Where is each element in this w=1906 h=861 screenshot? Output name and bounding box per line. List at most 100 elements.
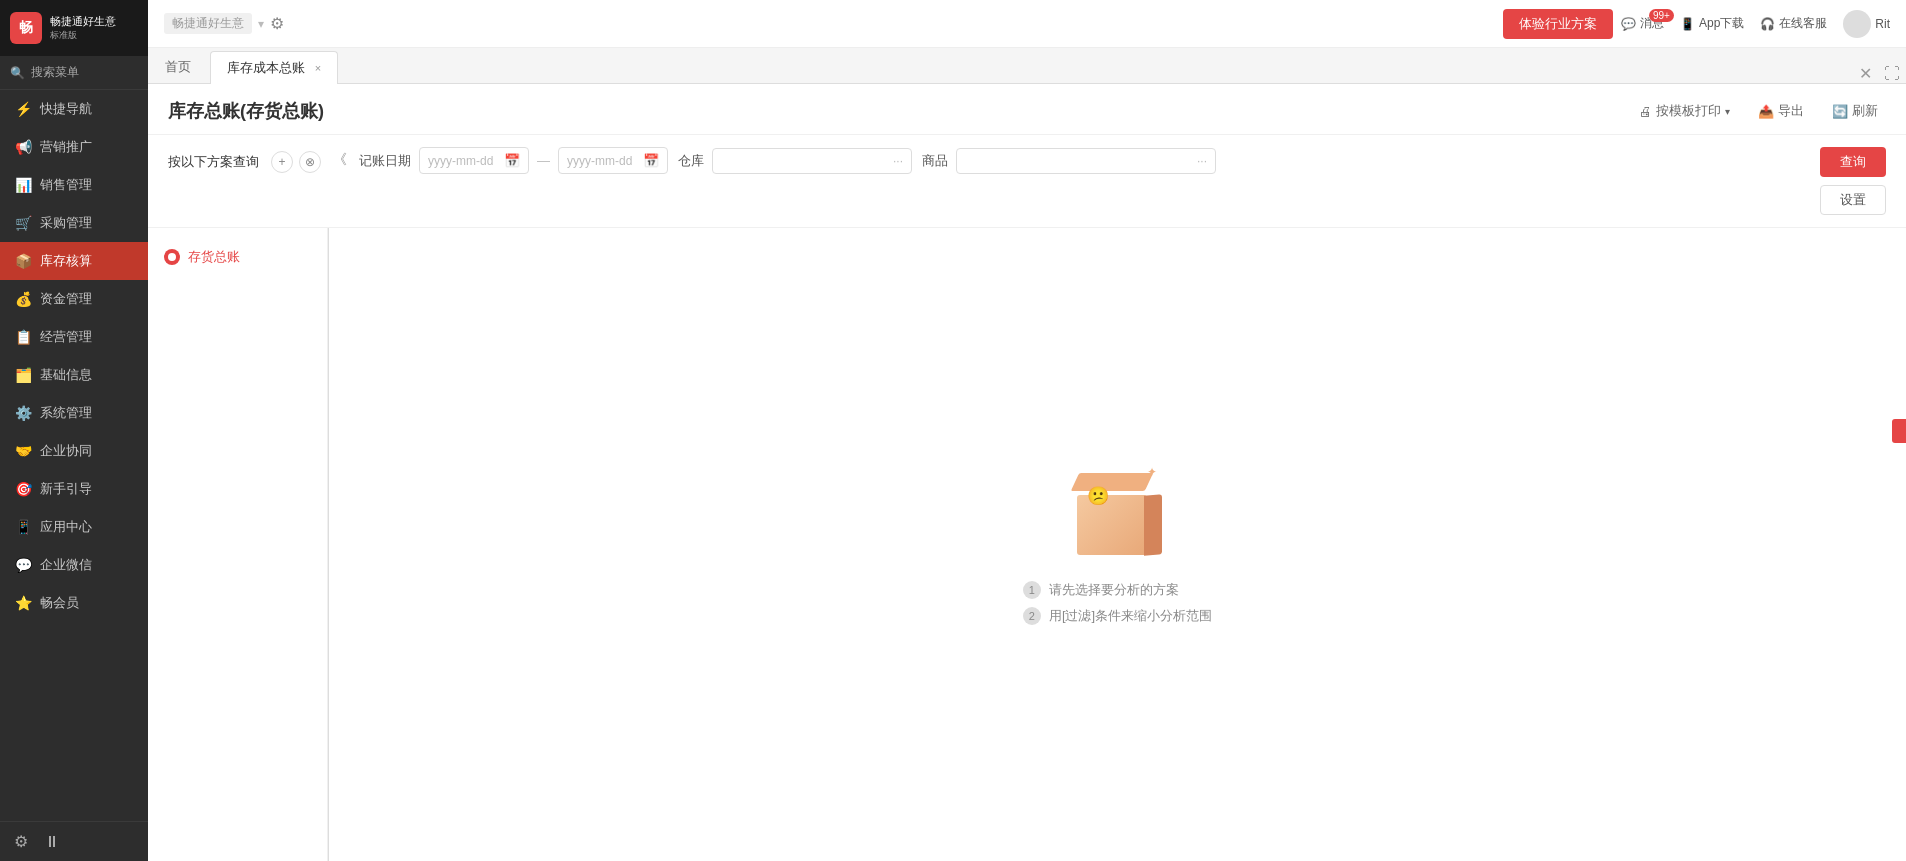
- sidebar-item-inventory[interactable]: 📦 库存核算: [0, 242, 148, 280]
- appstore-icon: 📱: [14, 518, 32, 536]
- basic-label: 基础信息: [40, 366, 92, 384]
- basic-icon: 🗂️: [14, 366, 32, 384]
- sidebar-footer: ⚙ ⏸: [0, 821, 148, 861]
- member-icon: ⭐: [14, 594, 32, 612]
- empty-illustration: ✦ 😕: [1057, 465, 1177, 565]
- empty-tips: 1 请先选择要分析的方案 2 用[过滤]条件来缩小分析范围: [1023, 581, 1212, 625]
- print-btn[interactable]: 🖨 按模板打印 ▾: [1631, 98, 1738, 124]
- sidebar-item-sales[interactable]: 📊 销售管理: [0, 166, 148, 204]
- marketing-icon: 📢: [14, 138, 32, 156]
- query-btn[interactable]: 查询: [1820, 147, 1886, 177]
- audio-icon[interactable]: ⏸: [44, 833, 60, 851]
- filter-actions: + ⊗: [271, 147, 321, 173]
- user-avatar: [1843, 10, 1871, 38]
- app-download-btn[interactable]: 📱 App下载: [1680, 15, 1744, 32]
- sidebar-item-appstore[interactable]: 📱 应用中心: [0, 508, 148, 546]
- sidebar-item-enterprise[interactable]: 🤝 企业协同: [0, 432, 148, 470]
- tip-item-1: 1 请先选择要分析的方案: [1023, 581, 1212, 599]
- date-start-placeholder: yyyy-mm-dd: [428, 154, 493, 168]
- goods-more-icon[interactable]: ···: [1197, 154, 1207, 168]
- calendar-end-icon[interactable]: 📅: [643, 153, 659, 168]
- industry-btn[interactable]: 体验行业方案: [1503, 9, 1613, 39]
- sidebar-item-system[interactable]: ⚙️ 系统管理: [0, 394, 148, 432]
- scheme-item-inventory-ledger[interactable]: 存货总账: [148, 240, 327, 274]
- user-name: Rit: [1875, 17, 1890, 31]
- remove-filter-btn[interactable]: ⊗: [299, 151, 321, 173]
- sales-icon: 📊: [14, 176, 32, 194]
- breadcrumb-area: 畅捷通好生意 ▾ ⚙: [164, 13, 1495, 34]
- date-end-input[interactable]: yyyy-mm-dd 📅: [558, 147, 668, 174]
- enterprise-label: 企业协同: [40, 442, 92, 460]
- warehouse-selector[interactable]: ···: [712, 148, 912, 174]
- maximize-icon[interactable]: ⛶: [1878, 65, 1906, 83]
- sidebar-item-member[interactable]: ⭐ 畅会员: [0, 584, 148, 622]
- purchase-icon: 🛒: [14, 214, 32, 232]
- date-separator: —: [537, 153, 550, 168]
- tip-text-2: 用[过滤]条件来缩小分析范围: [1049, 607, 1212, 625]
- operations-icon: 📋: [14, 328, 32, 346]
- sales-label: 销售管理: [40, 176, 92, 194]
- refresh-icon: 🔄: [1832, 104, 1848, 119]
- newbie-label: 新手引导: [40, 480, 92, 498]
- tabbar: 首页 库存成本总账 × ✕ ⛶: [148, 48, 1906, 84]
- export-icon: 📤: [1758, 104, 1774, 119]
- messages-btn[interactable]: 💬 消息 99+: [1621, 15, 1664, 32]
- system-label: 系统管理: [40, 404, 92, 422]
- sidebar-item-wechat[interactable]: 💬 企业微信: [0, 546, 148, 584]
- close-panel-btn[interactable]: ✕: [1853, 64, 1878, 83]
- tip-text-1: 请先选择要分析的方案: [1049, 581, 1179, 599]
- date-start-input[interactable]: yyyy-mm-dd 📅: [419, 147, 529, 174]
- warehouse-filter-row: 仓库 ···: [678, 148, 912, 174]
- refresh-label: 刷新: [1852, 102, 1878, 120]
- right-panel-toggle[interactable]: [1892, 419, 1906, 443]
- scheme-sidebar: 存货总账: [148, 228, 328, 861]
- sidebar-item-purchase[interactable]: 🛒 采购管理: [0, 204, 148, 242]
- print-icon: 🖨: [1639, 104, 1652, 119]
- goods-filter-row: 商品 ···: [922, 148, 1216, 174]
- purchase-label: 采购管理: [40, 214, 92, 232]
- headset-icon: 🎧: [1760, 17, 1775, 31]
- tab-close-icon[interactable]: ×: [315, 62, 321, 74]
- sidebar-item-operations[interactable]: 📋 经营管理: [0, 318, 148, 356]
- app-logo: 畅 畅捷通好生意 标准版: [0, 0, 148, 56]
- online-service-btn[interactable]: 🎧 在线客服: [1760, 15, 1827, 32]
- tab-home-label: 首页: [165, 59, 191, 74]
- sidebar-item-finance[interactable]: 💰 资金管理: [0, 280, 148, 318]
- filter-label: 按以下方案查询: [168, 147, 259, 171]
- date-field-label: 记账日期: [359, 152, 411, 170]
- refresh-btn[interactable]: 🔄 刷新: [1824, 98, 1886, 124]
- wechat-icon: 💬: [14, 556, 32, 574]
- online-service-label: 在线客服: [1779, 15, 1827, 32]
- settings-icon[interactable]: ⚙: [270, 14, 284, 33]
- settings-footer-icon[interactable]: ⚙: [14, 832, 28, 851]
- sidebar-item-newbie[interactable]: 🎯 新手引导: [0, 470, 148, 508]
- sidebar-item-search[interactable]: 🔍 搜索菜单: [0, 56, 148, 90]
- marketing-label: 营销推广: [40, 138, 92, 156]
- wechat-label: 企业微信: [40, 556, 92, 574]
- user-profile[interactable]: Rit: [1843, 10, 1890, 38]
- collapse-filter-icon[interactable]: 《: [333, 147, 347, 169]
- sidebar-item-marketing[interactable]: 📢 营销推广: [0, 128, 148, 166]
- export-btn[interactable]: 📤 导出: [1750, 98, 1812, 124]
- goods-selector[interactable]: ···: [956, 148, 1216, 174]
- sidebar-item-shortcut[interactable]: ⚡ 快捷导航: [0, 90, 148, 128]
- message-icon: 💬: [1621, 17, 1636, 31]
- empty-state: ✦ 😕 1 请先选择要分析的方案 2 用[过滤]条件来缩小分析范围: [1023, 465, 1212, 625]
- page-content: 库存总账(存货总账) 🖨 按模板打印 ▾ 📤 导出 🔄 刷新 按以下方案查: [148, 84, 1906, 861]
- settings-btn[interactable]: 设置: [1820, 185, 1886, 215]
- sidebar-item-basic[interactable]: 🗂️ 基础信息: [0, 356, 148, 394]
- warehouse-label: 仓库: [678, 152, 704, 170]
- box-side: [1144, 494, 1162, 556]
- main-area: 畅捷通好生意 ▾ ⚙ 体验行业方案 💬 消息 99+ 📱 App下载 🎧 在线客…: [148, 0, 1906, 861]
- inventory-icon: 📦: [14, 252, 32, 270]
- add-filter-btn[interactable]: +: [271, 151, 293, 173]
- shortcut-icon: ⚡: [14, 100, 32, 118]
- tip-number-2: 2: [1023, 607, 1041, 625]
- tab-inventory-ledger[interactable]: 库存成本总账 ×: [210, 51, 338, 84]
- calendar-start-icon[interactable]: 📅: [504, 153, 520, 168]
- sidebar-nav: ⚡ 快捷导航 📢 营销推广 📊 销售管理 🛒 采购管理 📦 库存核算 💰 资金管…: [0, 90, 148, 821]
- warehouse-more-icon[interactable]: ···: [893, 154, 903, 168]
- tab-home[interactable]: 首页: [148, 50, 208, 83]
- app-download-label: App下载: [1699, 15, 1744, 32]
- date-end-placeholder: yyyy-mm-dd: [567, 154, 632, 168]
